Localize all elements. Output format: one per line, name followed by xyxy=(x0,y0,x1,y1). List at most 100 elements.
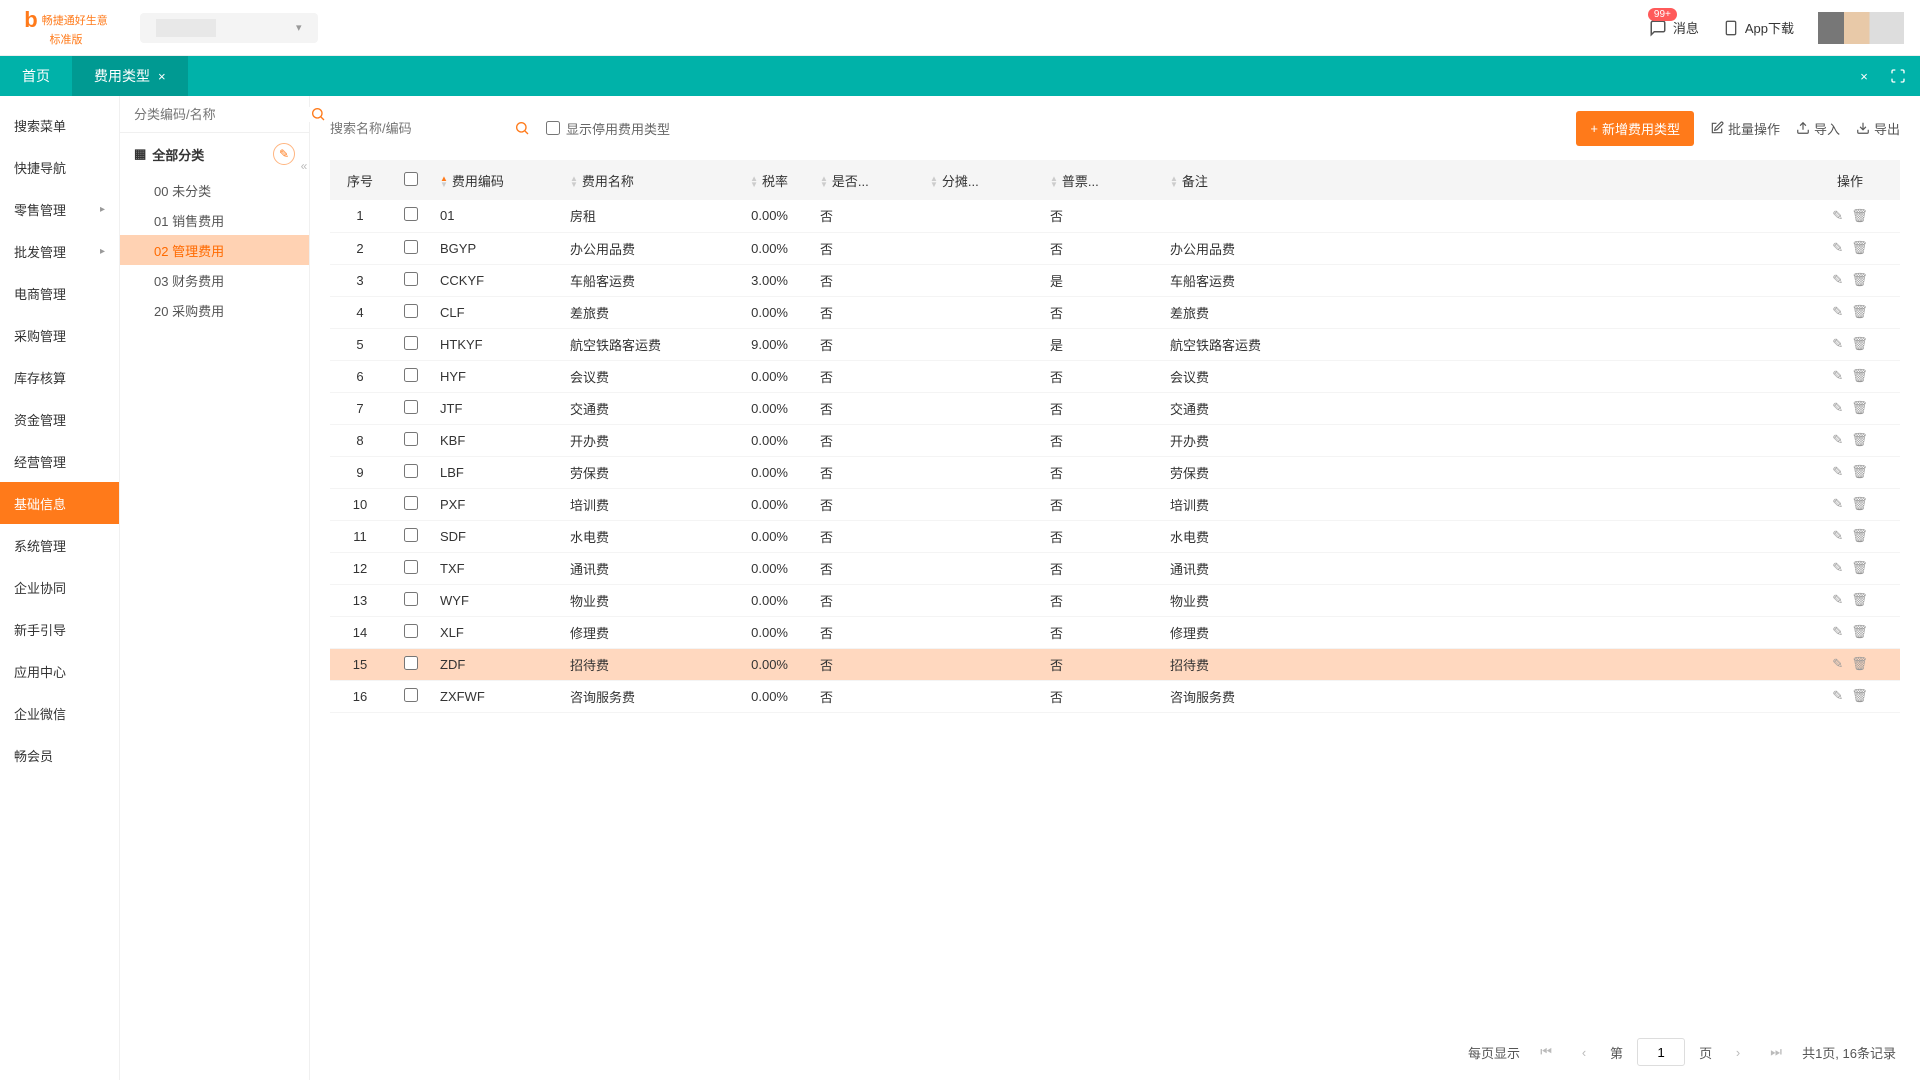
edit-row-icon[interactable]: ✎ xyxy=(1832,496,1843,511)
logo[interactable]: b 畅捷通好生意 标准版 xyxy=(16,9,116,47)
select-all-checkbox[interactable] xyxy=(404,172,418,186)
col-code[interactable]: ▲▼费用编码 xyxy=(432,160,562,200)
col-yn1[interactable]: ▲▼是否... xyxy=(812,160,922,200)
sidebar-item-9[interactable]: 基础信息 xyxy=(0,482,119,524)
table-row[interactable]: 14XLF修理费0.00%否否修理费✎🗑 xyxy=(330,616,1900,648)
row-checkbox[interactable] xyxy=(404,400,418,414)
sidebar-item-7[interactable]: 资金管理 xyxy=(0,398,119,440)
app-download-button[interactable]: App下载 xyxy=(1723,18,1794,37)
category-item-1[interactable]: 01 销售费用 xyxy=(120,205,309,235)
row-checkbox[interactable] xyxy=(404,496,418,510)
delete-row-icon[interactable]: 🗑 xyxy=(1851,208,1868,223)
delete-row-icon[interactable]: 🗑 xyxy=(1851,528,1868,543)
row-checkbox[interactable] xyxy=(404,624,418,638)
edit-row-icon[interactable]: ✎ xyxy=(1832,304,1843,319)
table-row[interactable]: 6HYF会议费0.00%否否会议费✎🗑 xyxy=(330,360,1900,392)
edit-row-icon[interactable]: ✎ xyxy=(1832,400,1843,415)
col-name[interactable]: ▲▼费用名称 xyxy=(562,160,722,200)
row-checkbox[interactable] xyxy=(404,304,418,318)
next-page-icon[interactable]: › xyxy=(1726,1040,1750,1064)
category-item-2[interactable]: 02 管理费用 xyxy=(120,235,309,265)
tab-home[interactable]: 首页 xyxy=(0,56,72,96)
delete-row-icon[interactable]: 🗑 xyxy=(1851,336,1868,351)
sidebar-item-11[interactable]: 企业协同 xyxy=(0,566,119,608)
sidebar-item-0[interactable]: 搜索菜单 xyxy=(0,104,119,146)
row-checkbox[interactable] xyxy=(404,432,418,446)
delete-row-icon[interactable]: 🗑 xyxy=(1851,272,1868,287)
sidebar-item-5[interactable]: 采购管理 xyxy=(0,314,119,356)
row-checkbox[interactable] xyxy=(404,592,418,606)
row-checkbox[interactable] xyxy=(404,688,418,702)
table-row[interactable]: 9LBF劳保费0.00%否否劳保费✎🗑 xyxy=(330,456,1900,488)
messages-button[interactable]: 99+ 消息 xyxy=(1649,18,1699,37)
edit-row-icon[interactable]: ✎ xyxy=(1832,624,1843,639)
delete-row-icon[interactable]: 🗑 xyxy=(1851,464,1868,479)
delete-row-icon[interactable]: 🗑 xyxy=(1851,400,1868,415)
row-checkbox[interactable] xyxy=(404,560,418,574)
delete-row-icon[interactable]: 🗑 xyxy=(1851,368,1868,383)
delete-row-icon[interactable]: 🗑 xyxy=(1851,560,1868,575)
sidebar-item-8[interactable]: 经营管理 xyxy=(0,440,119,482)
close-all-tabs-button[interactable]: × xyxy=(1848,56,1880,96)
table-row[interactable]: 15ZDF招待费0.00%否否招待费✎🗑 xyxy=(330,648,1900,680)
sidebar-item-15[interactable]: 畅会员 xyxy=(0,734,119,776)
prev-page-icon[interactable]: ‹ xyxy=(1572,1040,1596,1064)
row-checkbox[interactable] xyxy=(404,464,418,478)
table-row[interactable]: 12TXF通讯费0.00%否否通讯费✎🗑 xyxy=(330,552,1900,584)
col-yn2[interactable]: ▲▼分摊... xyxy=(922,160,1042,200)
table-row[interactable]: 13WYF物业费0.00%否否物业费✎🗑 xyxy=(330,584,1900,616)
table-row[interactable]: 16ZXFWF咨询服务费0.00%否否咨询服务费✎🗑 xyxy=(330,680,1900,712)
delete-row-icon[interactable]: 🗑 xyxy=(1851,432,1868,447)
sidebar-item-1[interactable]: 快捷导航 xyxy=(0,146,119,188)
edit-row-icon[interactable]: ✎ xyxy=(1832,432,1843,447)
row-checkbox[interactable] xyxy=(404,656,418,670)
row-checkbox[interactable] xyxy=(404,240,418,254)
bulk-actions-button[interactable]: 批量操作 xyxy=(1710,119,1780,138)
edit-row-icon[interactable]: ✎ xyxy=(1832,656,1843,671)
table-row[interactable]: 11SDF水电费0.00%否否水电费✎🗑 xyxy=(330,520,1900,552)
col-seq[interactable]: 序号 xyxy=(330,160,390,200)
row-checkbox[interactable] xyxy=(404,368,418,382)
edit-row-icon[interactable]: ✎ xyxy=(1832,240,1843,255)
sidebar-item-13[interactable]: 应用中心 xyxy=(0,650,119,692)
row-checkbox[interactable] xyxy=(404,272,418,286)
col-remark[interactable]: ▲▼备注 xyxy=(1162,160,1800,200)
sidebar-item-3[interactable]: 批发管理▸ xyxy=(0,230,119,272)
category-search-input[interactable] xyxy=(134,107,310,122)
edit-row-icon[interactable]: ✎ xyxy=(1832,464,1843,479)
show-disabled-checkbox[interactable]: 显示停用费用类型 xyxy=(546,119,670,138)
show-disabled-checkbox-input[interactable] xyxy=(546,121,560,135)
delete-row-icon[interactable]: 🗑 xyxy=(1851,496,1868,511)
company-selector[interactable]: ▾ xyxy=(140,13,318,43)
table-row[interactable]: 101房租0.00%否否✎🗑 xyxy=(330,200,1900,232)
category-item-3[interactable]: 03 财务费用 xyxy=(120,265,309,295)
delete-row-icon[interactable]: 🗑 xyxy=(1851,240,1868,255)
search-icon[interactable] xyxy=(514,120,530,136)
search-input[interactable] xyxy=(330,121,514,136)
row-checkbox[interactable] xyxy=(404,336,418,350)
edit-row-icon[interactable]: ✎ xyxy=(1832,688,1843,703)
sidebar-item-12[interactable]: 新手引导 xyxy=(0,608,119,650)
export-button[interactable]: 导出 xyxy=(1856,119,1900,138)
table-row[interactable]: 10PXF培训费0.00%否否培训费✎🗑 xyxy=(330,488,1900,520)
collapse-panel-icon[interactable]: « xyxy=(297,152,311,180)
sidebar-item-6[interactable]: 库存核算 xyxy=(0,356,119,398)
table-row[interactable]: 2BGYP办公用品费0.00%否否办公用品费✎🗑 xyxy=(330,232,1900,264)
edit-row-icon[interactable]: ✎ xyxy=(1832,560,1843,575)
edit-row-icon[interactable]: ✎ xyxy=(1832,592,1843,607)
col-select-all[interactable] xyxy=(390,160,432,200)
edit-row-icon[interactable]: ✎ xyxy=(1832,208,1843,223)
delete-row-icon[interactable]: 🗑 xyxy=(1851,656,1868,671)
tab-expense-type[interactable]: 费用类型 × xyxy=(72,56,188,96)
sidebar-item-14[interactable]: 企业微信 xyxy=(0,692,119,734)
search-icon[interactable] xyxy=(310,106,326,122)
edit-category-icon[interactable]: ✎ xyxy=(273,143,295,165)
delete-row-icon[interactable]: 🗑 xyxy=(1851,592,1868,607)
add-expense-type-button[interactable]: + 新增费用类型 xyxy=(1576,111,1694,146)
sidebar-item-4[interactable]: 电商管理 xyxy=(0,272,119,314)
category-item-4[interactable]: 20 采购费用 xyxy=(120,295,309,325)
row-checkbox[interactable] xyxy=(404,528,418,542)
category-all-label[interactable]: 全部分类 xyxy=(152,145,204,164)
table-row[interactable]: 7JTF交通费0.00%否否交通费✎🗑 xyxy=(330,392,1900,424)
table-row[interactable]: 8KBF开办费0.00%否否开办费✎🗑 xyxy=(330,424,1900,456)
